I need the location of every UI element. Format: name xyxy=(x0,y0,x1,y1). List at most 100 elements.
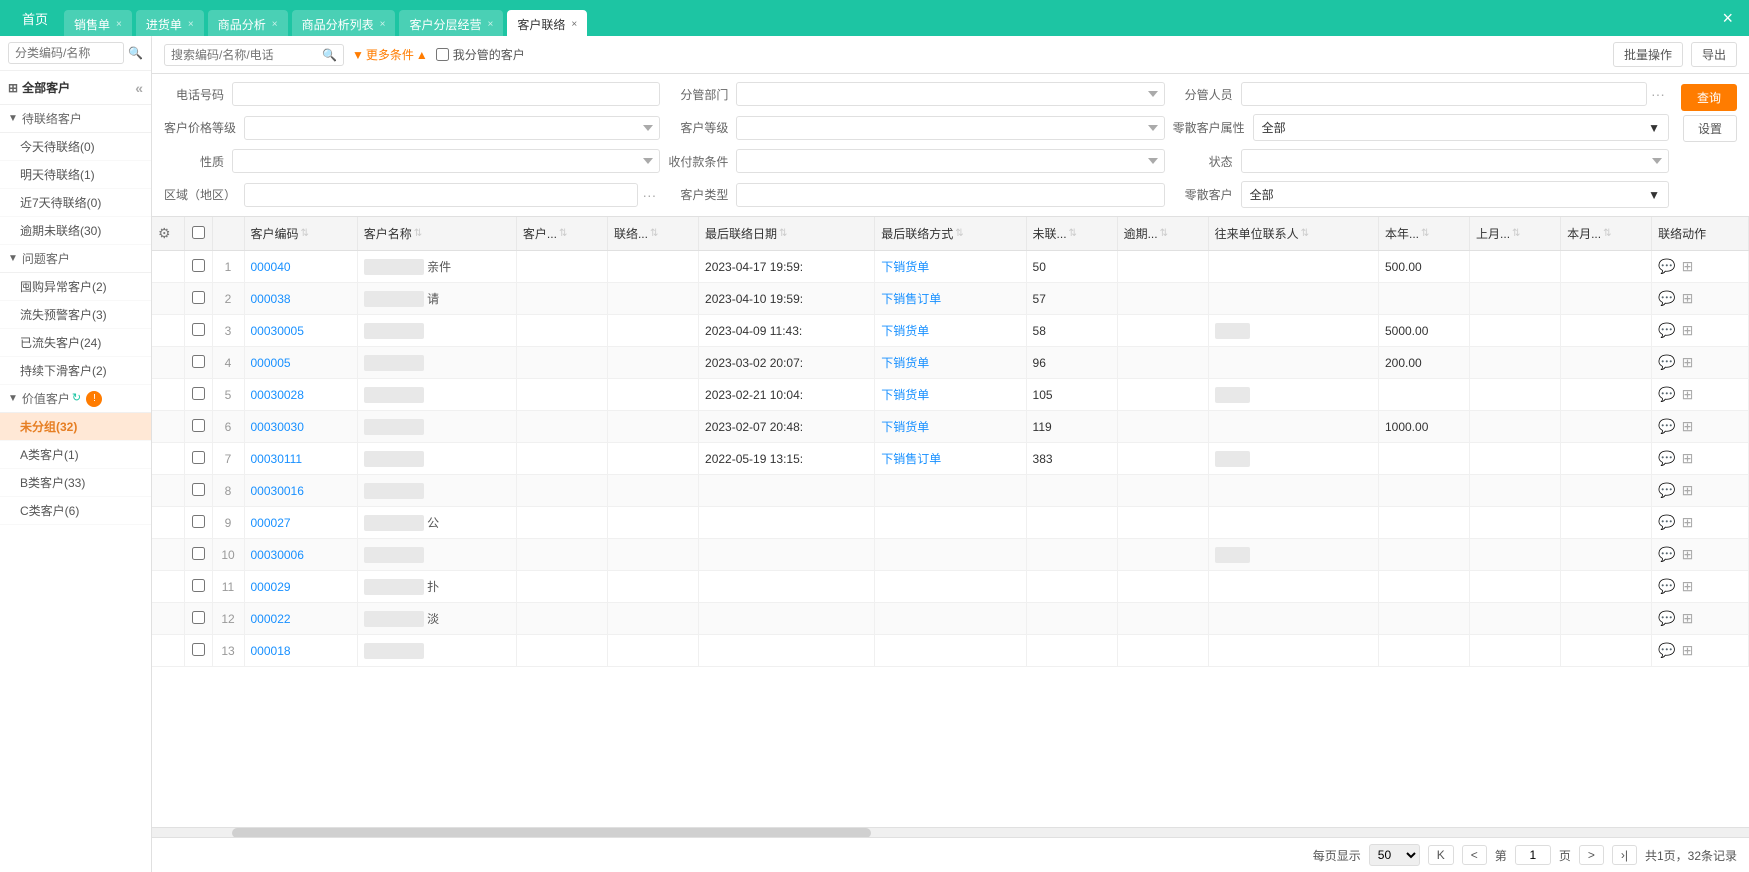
row-checkbox[interactable] xyxy=(192,483,205,496)
sidebar-search-input[interactable] xyxy=(8,42,124,64)
close-contact-tab[interactable]: × xyxy=(571,19,577,30)
row-checkbox[interactable] xyxy=(192,451,205,464)
all-customers-item[interactable]: ⊞ 全部客户 « xyxy=(0,71,151,105)
more-action-icon[interactable]: ⊞ xyxy=(1682,514,1694,531)
page-number-input[interactable] xyxy=(1515,845,1551,865)
more-action-icon[interactable]: ⊞ xyxy=(1682,290,1694,307)
tab-customer-contact[interactable]: 客户联络 × xyxy=(507,10,587,38)
last-month-col-header[interactable]: 上月... ⇅ xyxy=(1470,217,1561,251)
sidebar-item-class-c[interactable]: C类客户(6) xyxy=(0,497,151,525)
tab-sales[interactable]: 销售单 × xyxy=(64,10,132,38)
manager-input[interactable] xyxy=(1241,82,1647,106)
collapse-sidebar-button[interactable]: « xyxy=(135,80,143,96)
contact-action-icon[interactable]: 💬 xyxy=(1658,610,1675,627)
contact-method-link[interactable]: 下销货单 xyxy=(881,260,929,274)
tab-purchase[interactable]: 进货单 × xyxy=(136,10,204,38)
more-action-icon[interactable]: ⊞ xyxy=(1682,450,1694,467)
sidebar-item-churn-warning[interactable]: 流失预警客户(3) xyxy=(0,301,151,329)
close-purchase-tab[interactable]: × xyxy=(188,19,194,30)
contact-method-link[interactable]: 下销货单 xyxy=(881,420,929,434)
tab-analysis[interactable]: 商品分析 × xyxy=(208,10,288,38)
sidebar-item-overdue[interactable]: 逾期未联络(30) xyxy=(0,217,151,245)
refresh-icon[interactable]: ↻ xyxy=(72,392,81,404)
code-col-header[interactable]: 客户编码 ⇅ xyxy=(244,217,357,251)
close-sales-tab[interactable]: × xyxy=(116,19,122,30)
contact-action-icon[interactable]: 💬 xyxy=(1658,546,1675,563)
more-action-icon[interactable]: ⊞ xyxy=(1682,482,1694,499)
row-checkbox[interactable] xyxy=(192,291,205,304)
more-action-icon[interactable]: ⊞ xyxy=(1682,546,1694,563)
contact-col-header[interactable]: 联络... ⇅ xyxy=(607,217,698,251)
tab-customer-segment[interactable]: 客户分层经营 × xyxy=(399,10,503,38)
more-action-icon[interactable]: ⊞ xyxy=(1682,642,1694,659)
page-size-select[interactable]: 50 100 200 xyxy=(1369,844,1420,866)
more-action-icon[interactable]: ⊞ xyxy=(1682,578,1694,595)
row-checkbox[interactable] xyxy=(192,355,205,368)
last-contact-date-col-header[interactable]: 最后联络日期 ⇅ xyxy=(699,217,875,251)
name-col-header[interactable]: 客户名称 ⇅ xyxy=(357,217,516,251)
contact-action-icon[interactable]: 💬 xyxy=(1658,578,1675,595)
sidebar-item-class-a[interactable]: A类客户(1) xyxy=(0,441,151,469)
row-checkbox[interactable] xyxy=(192,515,205,528)
row-checkbox[interactable] xyxy=(192,579,205,592)
export-button[interactable]: 导出 xyxy=(1691,42,1737,67)
sidebar-item-tomorrow[interactable]: 明天待联络(1) xyxy=(0,161,151,189)
tab-analysis-list[interactable]: 商品分析列表 × xyxy=(292,10,396,38)
sidebar-search-icon[interactable]: 🔍 xyxy=(128,46,143,60)
next-page-button[interactable]: > xyxy=(1579,845,1604,865)
price-level-select[interactable] xyxy=(244,116,660,140)
contact-method-link[interactable]: 下销货单 xyxy=(881,388,929,402)
contact-action-icon[interactable]: 💬 xyxy=(1658,386,1675,403)
contact-action-icon[interactable]: 💬 xyxy=(1658,642,1675,659)
row-checkbox[interactable] xyxy=(192,643,205,656)
region-ellipsis[interactable]: ··· xyxy=(638,187,660,203)
prev-page-button[interactable]: < xyxy=(1462,845,1487,865)
unit-contact-col-header[interactable]: 往来单位联系人 ⇅ xyxy=(1208,217,1378,251)
bulk-operation-button[interactable]: 批量操作 xyxy=(1613,42,1683,67)
row-checkbox[interactable] xyxy=(192,259,205,272)
contact-method-link[interactable]: 下销货单 xyxy=(881,324,929,338)
this-year-col-header[interactable]: 本年... ⇅ xyxy=(1378,217,1469,251)
cust-level-select[interactable] xyxy=(736,116,1164,140)
more-action-icon[interactable]: ⊞ xyxy=(1682,418,1694,435)
sidebar-item-class-b[interactable]: B类客户(33) xyxy=(0,469,151,497)
close-analysis-tab[interactable]: × xyxy=(272,19,278,30)
contact-action-icon[interactable]: 💬 xyxy=(1658,322,1675,339)
retail-attr-select[interactable]: 全部 ▼ xyxy=(1253,114,1669,141)
more-action-icon[interactable]: ⊞ xyxy=(1682,354,1694,371)
search-input[interactable] xyxy=(171,48,322,62)
row-checkbox[interactable] xyxy=(192,387,205,400)
contact-action-icon[interactable]: 💬 xyxy=(1658,482,1675,499)
contact-action-icon[interactable]: 💬 xyxy=(1658,290,1675,307)
first-page-button[interactable]: K xyxy=(1428,845,1454,865)
dept-select[interactable] xyxy=(736,82,1164,106)
window-close-button[interactable]: × xyxy=(1714,8,1741,29)
region-input[interactable] xyxy=(244,183,638,207)
settings-icon[interactable]: ⚙ xyxy=(158,225,171,241)
sidebar-group-value[interactable]: ▼ 价值客户 ↻ ! xyxy=(0,385,151,413)
last-contact-method-col-header[interactable]: 最后联络方式 ⇅ xyxy=(875,217,1026,251)
sidebar-item-today[interactable]: 今天待联络(0) xyxy=(0,133,151,161)
contact-action-icon[interactable]: 💬 xyxy=(1658,354,1675,371)
sidebar-item-7days[interactable]: 近7天待联络(0) xyxy=(0,189,151,217)
sidebar-item-abnormal[interactable]: 囤购异常客户(2) xyxy=(0,273,151,301)
contact-action-icon[interactable]: 💬 xyxy=(1658,418,1675,435)
query-button[interactable]: 查询 xyxy=(1681,84,1737,111)
more-conditions-button[interactable]: ▼ 更多条件 ▲ xyxy=(352,46,428,63)
type-col-header[interactable]: 客户... ⇅ xyxy=(516,217,607,251)
contact-method-link[interactable]: 下销售订单 xyxy=(881,452,941,466)
nature-select[interactable] xyxy=(232,149,660,173)
sidebar-group-problem[interactable]: ▼ 问题客户 xyxy=(0,245,151,273)
close-analysis-list-tab[interactable]: × xyxy=(380,19,386,30)
home-tab[interactable]: 首页 xyxy=(8,0,62,36)
last-page-button[interactable]: ›| xyxy=(1612,845,1637,865)
contact-action-icon[interactable]: 💬 xyxy=(1658,514,1675,531)
more-action-icon[interactable]: ⊞ xyxy=(1682,386,1694,403)
this-month-col-header[interactable]: 本月... ⇅ xyxy=(1561,217,1652,251)
overdue-col-header[interactable]: 逾期... ⇅ xyxy=(1117,217,1208,251)
retail-cust-select[interactable]: 全部 ▼ xyxy=(1241,181,1669,208)
cust-type-input[interactable] xyxy=(736,183,1164,207)
no-contact-col-header[interactable]: 未联... ⇅ xyxy=(1026,217,1117,251)
row-checkbox[interactable] xyxy=(192,419,205,432)
row-checkbox[interactable] xyxy=(192,323,205,336)
